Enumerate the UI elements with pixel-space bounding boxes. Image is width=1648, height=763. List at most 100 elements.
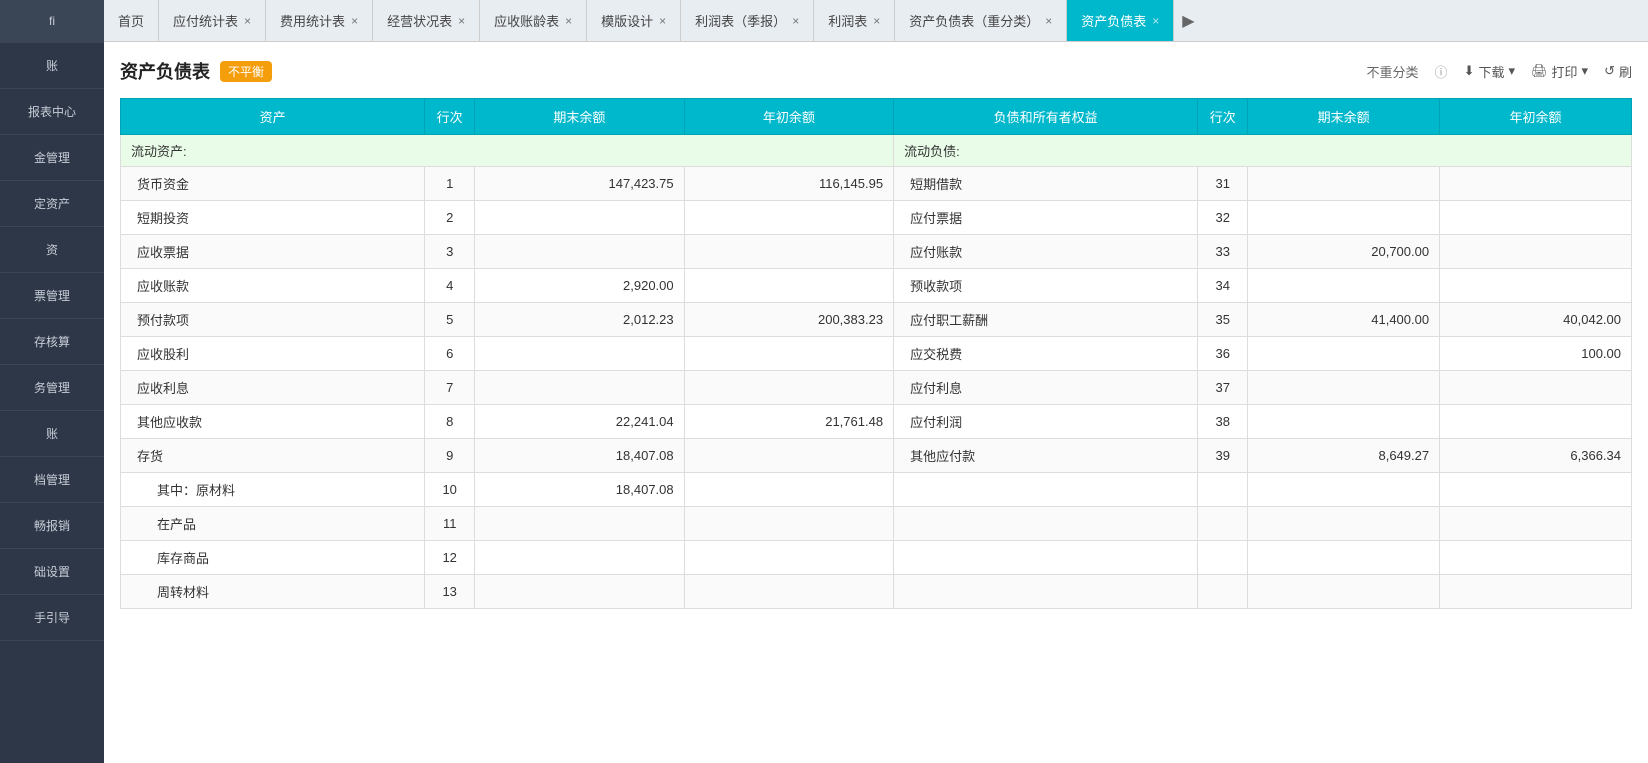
close-icon[interactable]: × bbox=[1045, 14, 1052, 28]
start-balance-right bbox=[1440, 269, 1632, 303]
start-balance-left bbox=[684, 269, 893, 303]
liability-name bbox=[894, 473, 1198, 507]
tab-expense-stats[interactable]: 费用统计表 × bbox=[266, 0, 373, 42]
table-row: 库存商品 12 bbox=[121, 541, 1632, 575]
page-header: 资产负债表 不平衡 不重分类 ⓘ ⬇ 下载 ▾ 🖨 打印 ▾ ↺ 刷 bbox=[120, 58, 1632, 84]
chevron-down-icon: ▾ bbox=[1582, 63, 1589, 79]
asset-name: 短期投资 bbox=[121, 201, 425, 235]
end-balance-left: 18,407.08 bbox=[475, 439, 684, 473]
end-balance-right: 41,400.00 bbox=[1248, 303, 1440, 337]
start-balance-right bbox=[1440, 473, 1632, 507]
start-balance-right bbox=[1440, 507, 1632, 541]
sidebar-item-fund[interactable]: 金管理 bbox=[0, 135, 104, 181]
section-label-right: 流动负债: bbox=[894, 135, 1632, 167]
end-balance-left bbox=[475, 575, 684, 609]
classify-label: 不重分类 bbox=[1367, 62, 1419, 81]
sidebar-item-settings[interactable]: 础设置 bbox=[0, 549, 104, 595]
tab-payable-stats[interactable]: 应付统计表 × bbox=[159, 0, 266, 42]
asset-name: 存货 bbox=[121, 439, 425, 473]
sidebar-item-ledger[interactable]: 账 bbox=[0, 411, 104, 457]
row-number-left: 1 bbox=[425, 167, 475, 201]
end-balance-left bbox=[475, 201, 684, 235]
start-balance-right bbox=[1440, 201, 1632, 235]
close-icon[interactable]: × bbox=[792, 14, 799, 28]
asset-name: 预付款项 bbox=[121, 303, 425, 337]
row-number-right: 39 bbox=[1198, 439, 1248, 473]
tab-operation-status[interactable]: 经营状况表 × bbox=[373, 0, 480, 42]
tab-scroll-right[interactable]: ▶ bbox=[1174, 11, 1202, 31]
tab-balance-reclassified[interactable]: 资产负债表（重分类） × bbox=[895, 0, 1067, 42]
start-balance-left bbox=[684, 201, 893, 235]
row-number-left: 5 bbox=[425, 303, 475, 337]
start-balance-left bbox=[684, 575, 893, 609]
asset-name: 库存商品 bbox=[121, 541, 425, 575]
tab-receivable-aging[interactable]: 应收账龄表 × bbox=[480, 0, 587, 42]
print-icon: 🖨 bbox=[1531, 63, 1548, 79]
asset-name: 应收股利 bbox=[121, 337, 425, 371]
close-icon[interactable]: × bbox=[565, 14, 572, 28]
table-row: 应收账款 4 2,920.00 预收款项 34 bbox=[121, 269, 1632, 303]
table-row: 应收票据 3 应付账款 33 20,700.00 bbox=[121, 235, 1632, 269]
liability-name: 应付账款 bbox=[894, 235, 1198, 269]
sidebar-item-report-center[interactable]: 报表中心 bbox=[0, 89, 104, 135]
end-balance-left: 18,407.08 bbox=[475, 473, 684, 507]
print-button[interactable]: 🖨 打印 ▾ bbox=[1531, 62, 1588, 81]
table-row: 应收股利 6 应交税费 36 100.00 bbox=[121, 337, 1632, 371]
row-number-right: 31 bbox=[1198, 167, 1248, 201]
close-icon[interactable]: × bbox=[1152, 14, 1159, 28]
start-balance-right bbox=[1440, 405, 1632, 439]
download-button[interactable]: ⬇ 下载 ▾ bbox=[1464, 62, 1515, 81]
tab-balance-sheet[interactable]: 资产负债表 × bbox=[1067, 0, 1174, 42]
asset-name: 应收票据 bbox=[121, 235, 425, 269]
tab-profit-quarterly[interactable]: 利润表（季报） × bbox=[681, 0, 814, 42]
close-icon[interactable]: × bbox=[659, 14, 666, 28]
close-icon[interactable]: × bbox=[351, 14, 358, 28]
row-number-right: 34 bbox=[1198, 269, 1248, 303]
row-number-left: 9 bbox=[425, 439, 475, 473]
table-row: 周转材料 13 bbox=[121, 575, 1632, 609]
liability-name bbox=[894, 575, 1198, 609]
close-icon[interactable]: × bbox=[458, 14, 465, 28]
sidebar-item-inventory[interactable]: 存核算 bbox=[0, 319, 104, 365]
sidebar-item-fixed-assets[interactable]: 定资产 bbox=[0, 181, 104, 227]
sidebar-item-guide[interactable]: 手引导 bbox=[0, 595, 104, 641]
row-number-right: 37 bbox=[1198, 371, 1248, 405]
tab-home[interactable]: 首页 bbox=[104, 0, 159, 42]
help-icon[interactable]: ⓘ bbox=[1435, 62, 1448, 81]
end-balance-left bbox=[475, 541, 684, 575]
asset-name: 在产品 bbox=[121, 507, 425, 541]
refresh-icon: ↺ bbox=[1604, 63, 1615, 79]
sidebar-item-fi[interactable]: fi bbox=[0, 0, 104, 43]
end-balance-right bbox=[1248, 167, 1440, 201]
report-table: 资产 行次 期末余额 年初余额 负债和所有者权益 行次 期末余额 年初余额 流动… bbox=[120, 98, 1632, 609]
sidebar-item-account[interactable]: 账 bbox=[0, 43, 104, 89]
refresh-button[interactable]: ↺ 刷 bbox=[1604, 62, 1632, 81]
end-balance-right bbox=[1248, 575, 1440, 609]
sidebar-item-expense[interactable]: 畅报销 bbox=[0, 503, 104, 549]
asset-name: 应收利息 bbox=[121, 371, 425, 405]
start-balance-right bbox=[1440, 235, 1632, 269]
row-number-right: 36 bbox=[1198, 337, 1248, 371]
page-title-area: 资产负债表 不平衡 bbox=[120, 58, 272, 84]
sidebar-item-archive[interactable]: 档管理 bbox=[0, 457, 104, 503]
tab-template-design[interactable]: 模版设计 × bbox=[587, 0, 681, 42]
start-balance-left bbox=[684, 337, 893, 371]
sidebar-item-invest[interactable]: 资 bbox=[0, 227, 104, 273]
start-balance-left: 116,145.95 bbox=[684, 167, 893, 201]
end-balance-left bbox=[475, 337, 684, 371]
col-header-end-left: 期末余额 bbox=[475, 99, 684, 135]
liability-name bbox=[894, 541, 1198, 575]
table-row: 在产品 11 bbox=[121, 507, 1632, 541]
col-header-asset: 资产 bbox=[121, 99, 425, 135]
end-balance-right bbox=[1248, 269, 1440, 303]
sidebar-item-ticket[interactable]: 票管理 bbox=[0, 273, 104, 319]
liability-name: 预收款项 bbox=[894, 269, 1198, 303]
sidebar-item-affairs[interactable]: 务管理 bbox=[0, 365, 104, 411]
tab-profit[interactable]: 利润表 × bbox=[814, 0, 895, 42]
asset-name: 应收账款 bbox=[121, 269, 425, 303]
row-number-right: 32 bbox=[1198, 201, 1248, 235]
row-number-left: 2 bbox=[425, 201, 475, 235]
close-icon[interactable]: × bbox=[873, 14, 880, 28]
close-icon[interactable]: × bbox=[244, 14, 251, 28]
end-balance-right bbox=[1248, 337, 1440, 371]
